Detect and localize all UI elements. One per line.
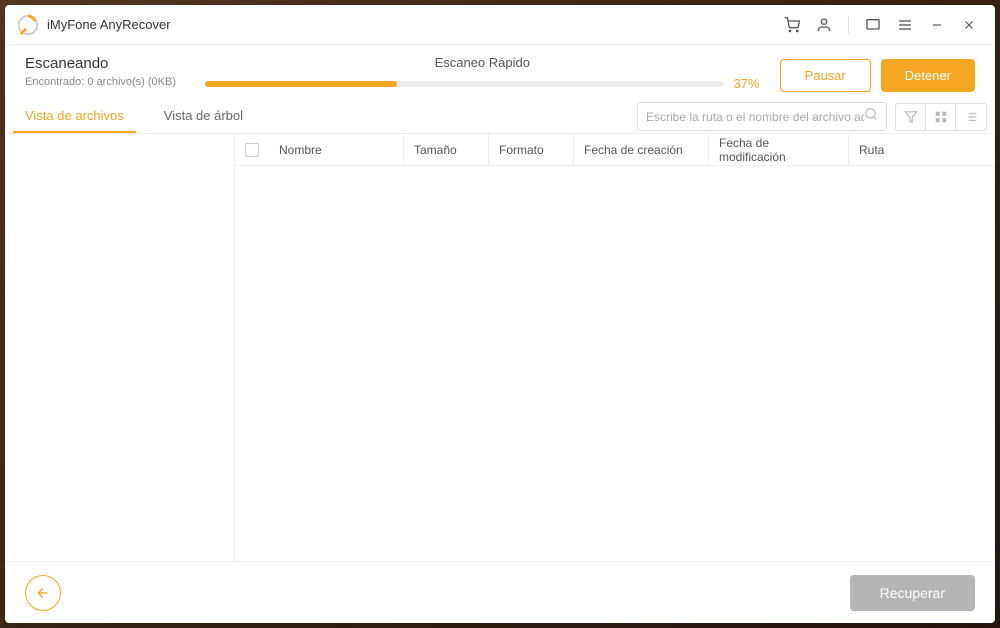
close-icon[interactable] [955, 11, 983, 39]
tab-tree-view[interactable]: Vista de árbol [152, 100, 255, 133]
scan-status-block: Escaneando Encontrado: 0 archivo(s) (0KB… [25, 55, 185, 88]
pause-button[interactable]: Pausar [780, 59, 871, 92]
view-toggle-group [895, 103, 987, 131]
user-icon[interactable] [810, 11, 838, 39]
filter-icon[interactable] [896, 104, 926, 130]
progress-bar [205, 81, 724, 87]
sidebar [5, 134, 235, 561]
scan-status-label: Escaneando [25, 55, 185, 72]
table-body [235, 166, 995, 561]
search-input[interactable] [646, 110, 864, 124]
progress-fill [205, 81, 397, 87]
recover-button[interactable]: Recuperar [850, 575, 975, 611]
feedback-icon[interactable] [859, 11, 887, 39]
scan-mode-label: Escaneo Rápido [435, 55, 530, 70]
progress-container: 37% [205, 76, 760, 91]
column-size[interactable]: Tamaño [404, 134, 489, 165]
footer: Recuperar [5, 561, 995, 623]
app-window: iMyFone AnyRecover [5, 5, 995, 623]
search-icon[interactable] [864, 107, 878, 126]
scan-section: Escaneando Encontrado: 0 archivo(s) (0KB… [5, 45, 995, 100]
list-view-icon[interactable] [956, 104, 986, 130]
back-button[interactable] [25, 575, 61, 611]
cart-icon[interactable] [778, 11, 806, 39]
column-path[interactable]: Ruta [849, 134, 995, 165]
app-title: iMyFone AnyRecover [47, 17, 171, 32]
column-modified[interactable]: Fecha de modificación [709, 134, 849, 165]
content-area: Nombre Tamaño Formato Fecha de creación … [235, 134, 995, 561]
minimize-icon[interactable] [923, 11, 951, 39]
tabs-section: Vista de archivos Vista de árbol [5, 100, 995, 134]
select-all-checkbox[interactable] [235, 143, 269, 157]
table-header: Nombre Tamaño Formato Fecha de creación … [235, 134, 995, 166]
scan-found-label: Encontrado: 0 archivo(s) (0KB) [25, 76, 185, 88]
grid-view-icon[interactable] [926, 104, 956, 130]
menu-icon[interactable] [891, 11, 919, 39]
progress-percent: 37% [734, 76, 760, 91]
scan-progress-block: Escaneo Rápido 37% [205, 55, 760, 91]
tab-file-view[interactable]: Vista de archivos [13, 100, 136, 133]
scan-buttons: Pausar Detener [780, 55, 975, 92]
titlebar-icons [778, 11, 983, 39]
stop-button[interactable]: Detener [881, 59, 975, 92]
column-name[interactable]: Nombre [269, 134, 404, 165]
search-box[interactable] [637, 102, 887, 131]
titlebar: iMyFone AnyRecover [5, 5, 995, 45]
app-logo-icon [17, 14, 39, 36]
main-content: Nombre Tamaño Formato Fecha de creación … [5, 134, 995, 561]
column-format[interactable]: Formato [489, 134, 574, 165]
column-created[interactable]: Fecha de creación [574, 134, 709, 165]
